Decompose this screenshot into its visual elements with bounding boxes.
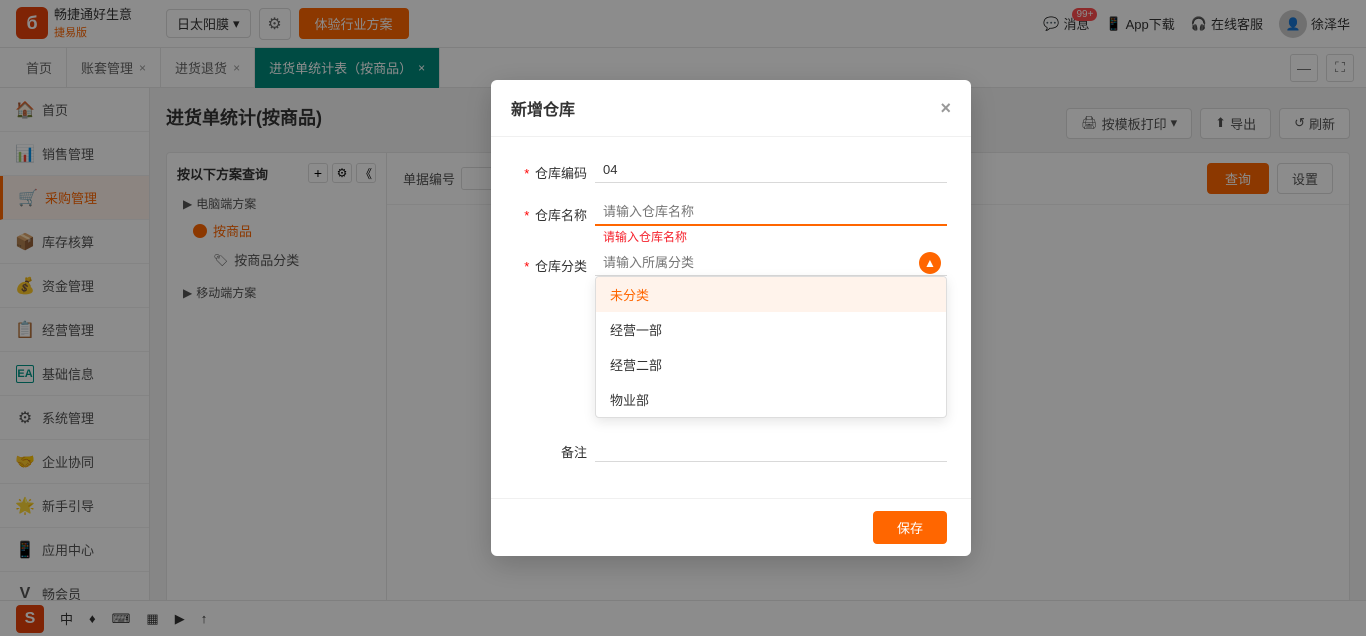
code-field-row: * 仓库编码 [515,157,947,183]
save-button[interactable]: 保存 [873,511,947,544]
code-input[interactable] [595,157,947,183]
category-select-wrapper: ▲ 未分类 经营一部 经营二部 物业部 [595,250,947,276]
notes-input[interactable] [595,436,947,462]
notes-field-row: 备注 [515,436,947,462]
modal-footer: 保存 [491,498,971,556]
new-warehouse-modal: 新增仓库 × * 仓库编码 * 仓库名称 请输入仓库名称 * [491,80,971,556]
name-input[interactable] [595,199,947,226]
name-field-row: * 仓库名称 请输入仓库名称 [515,199,947,226]
code-label: * 仓库编码 [515,157,595,182]
name-error-message: 请输入仓库名称 [603,228,687,245]
modal-title: 新增仓库 [511,96,575,120]
category-dropdown-toggle[interactable]: ▲ [919,252,941,274]
dropdown-option-unclassified[interactable]: 未分类 [596,277,946,312]
modal-close-button[interactable]: × [940,98,951,119]
dropdown-option-dept1[interactable]: 经营一部 [596,312,946,347]
category-dropdown: 未分类 经营一部 经营二部 物业部 [595,276,947,418]
category-label: * 仓库分类 [515,250,595,275]
dropdown-option-dept2[interactable]: 经营二部 [596,347,946,382]
dropdown-option-dept3[interactable]: 物业部 [596,382,946,417]
modal-header: 新增仓库 × [491,80,971,137]
category-field-row: * 仓库分类 ▲ 未分类 经营一部 经营二部 物业部 [515,250,947,276]
notes-label: 备注 [515,436,595,461]
modal-body: * 仓库编码 * 仓库名称 请输入仓库名称 * 仓库分类 ▲ [491,137,971,498]
name-label: * 仓库名称 [515,199,595,224]
category-input[interactable] [595,250,947,276]
